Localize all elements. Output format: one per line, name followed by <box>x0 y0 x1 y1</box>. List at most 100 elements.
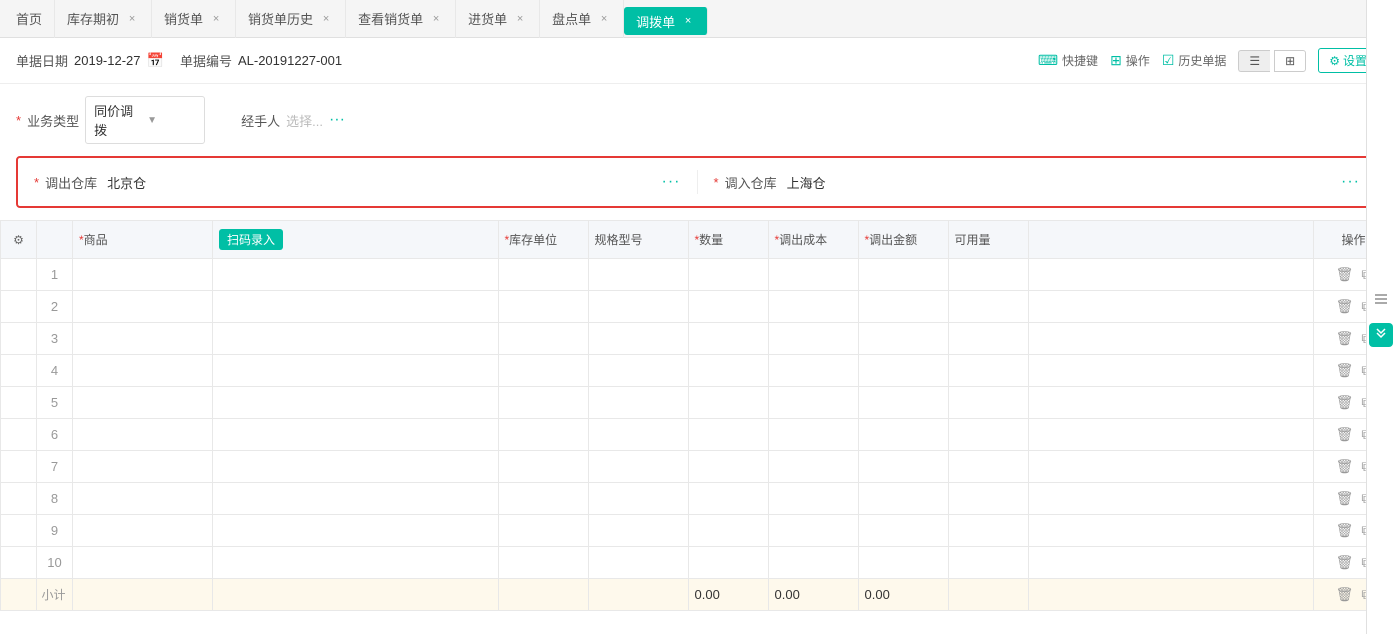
row-cost[interactable] <box>768 451 858 483</box>
row-cost[interactable] <box>768 355 858 387</box>
row-product[interactable] <box>73 323 213 355</box>
row-product[interactable] <box>73 419 213 451</box>
row-unit[interactable] <box>498 483 588 515</box>
sidebar-expand-icon[interactable] <box>1369 323 1393 347</box>
calendar-icon[interactable]: 📅 <box>147 52 164 69</box>
th-gear[interactable]: ⚙ <box>1 221 37 259</box>
tab-sales-history-close[interactable]: × <box>319 12 333 26</box>
row-spec[interactable] <box>588 323 688 355</box>
row-unit[interactable] <box>498 387 588 419</box>
row-cost[interactable] <box>768 515 858 547</box>
settings-button[interactable]: ☰ <box>1238 50 1270 72</box>
row-unit[interactable] <box>498 547 588 579</box>
row-qty[interactable] <box>688 483 768 515</box>
row-spec[interactable] <box>588 387 688 419</box>
row-amount[interactable] <box>858 323 948 355</box>
row-product[interactable] <box>73 515 213 547</box>
delete-icon[interactable]: 🗑 <box>1336 490 1354 507</box>
row-unit[interactable] <box>498 259 588 291</box>
row-unit[interactable] <box>498 323 588 355</box>
row-cost[interactable] <box>768 291 858 323</box>
row-amount[interactable] <box>858 547 948 579</box>
row-amount[interactable] <box>858 451 948 483</box>
row-amount[interactable] <box>858 291 948 323</box>
row-spec[interactable] <box>588 419 688 451</box>
row-spec[interactable] <box>588 515 688 547</box>
delete-icon[interactable]: 🗑 <box>1336 394 1354 411</box>
row-qty[interactable] <box>688 291 768 323</box>
delete-icon[interactable]: 🗑 <box>1336 586 1354 603</box>
shortcuts-btn[interactable]: ⌨ 快捷键 <box>1038 52 1098 69</box>
row-product[interactable] <box>73 483 213 515</box>
tab-inventory-check[interactable]: 盘点单 × <box>540 0 624 38</box>
tab-inventory-init[interactable]: 库存期初 × <box>55 0 152 38</box>
row-amount[interactable] <box>858 387 948 419</box>
row-cost[interactable] <box>768 387 858 419</box>
row-qty[interactable] <box>688 515 768 547</box>
row-product[interactable] <box>73 259 213 291</box>
row-spec[interactable] <box>588 291 688 323</box>
operations-btn[interactable]: ⊞ 操作 <box>1110 52 1150 69</box>
row-unit[interactable] <box>498 355 588 387</box>
delete-icon[interactable]: 🗑 <box>1336 362 1354 379</box>
tab-transfer-order-close[interactable]: × <box>681 14 695 28</box>
delete-icon[interactable]: 🗑 <box>1336 458 1354 475</box>
row-qty[interactable] <box>688 547 768 579</box>
tab-inventory-init-close[interactable]: × <box>125 12 139 26</box>
tab-sales-order[interactable]: 销货单 × <box>152 0 236 38</box>
row-cost[interactable] <box>768 259 858 291</box>
row-amount[interactable] <box>858 259 948 291</box>
tab-view-sales-close[interactable]: × <box>429 12 443 26</box>
person-placeholder[interactable]: 选择... <box>286 111 323 130</box>
row-qty[interactable] <box>688 259 768 291</box>
sidebar-list-icon[interactable] <box>1369 287 1393 311</box>
delete-icon[interactable]: 🗑 <box>1336 554 1354 571</box>
th-scan[interactable]: 扫码录入 <box>213 221 499 259</box>
row-product[interactable] <box>73 291 213 323</box>
row-cost[interactable] <box>768 547 858 579</box>
row-qty[interactable] <box>688 419 768 451</box>
row-spec[interactable] <box>588 259 688 291</box>
delete-icon[interactable]: 🗑 <box>1336 330 1354 347</box>
row-spec[interactable] <box>588 483 688 515</box>
row-amount[interactable] <box>858 515 948 547</box>
delete-icon[interactable]: 🗑 <box>1336 522 1354 539</box>
row-qty[interactable] <box>688 387 768 419</box>
tab-transfer-order[interactable]: 调拨单 × <box>624 7 708 35</box>
row-amount[interactable] <box>858 483 948 515</box>
settings-button2[interactable]: ⊞ <box>1274 50 1306 72</box>
row-product[interactable] <box>73 451 213 483</box>
row-qty[interactable] <box>688 355 768 387</box>
row-cost[interactable] <box>768 483 858 515</box>
warehouse-in-more-btn[interactable]: ··· <box>1341 173 1360 191</box>
row-unit[interactable] <box>498 291 588 323</box>
row-unit[interactable] <box>498 451 588 483</box>
row-amount[interactable] <box>858 419 948 451</box>
row-product[interactable] <box>73 547 213 579</box>
row-qty[interactable] <box>688 451 768 483</box>
tab-sales-order-close[interactable]: × <box>209 12 223 26</box>
biz-type-select[interactable]: 同价调拨 ▼ <box>85 96 205 144</box>
warehouse-out-more-btn[interactable]: ··· <box>662 173 681 191</box>
gear-icon[interactable]: ⚙ <box>13 233 24 247</box>
tab-purchase-order[interactable]: 进货单 × <box>456 0 540 38</box>
row-spec[interactable] <box>588 355 688 387</box>
row-spec[interactable] <box>588 547 688 579</box>
row-unit[interactable] <box>498 419 588 451</box>
row-cost[interactable] <box>768 419 858 451</box>
row-spec[interactable] <box>588 451 688 483</box>
tab-purchase-order-close[interactable]: × <box>513 12 527 26</box>
row-unit[interactable] <box>498 515 588 547</box>
scan-button[interactable]: 扫码录入 <box>219 229 283 250</box>
row-product[interactable] <box>73 387 213 419</box>
history-btn[interactable]: ☑ 历史单据 <box>1162 52 1227 69</box>
delete-icon[interactable]: 🗑 <box>1336 266 1354 283</box>
row-amount[interactable] <box>858 355 948 387</box>
tab-sales-history[interactable]: 销货单历史 × <box>236 0 346 38</box>
row-product[interactable] <box>73 355 213 387</box>
tab-home[interactable]: 首页 <box>8 0 55 38</box>
tab-view-sales[interactable]: 查看销货单 × <box>346 0 456 38</box>
delete-icon[interactable]: 🗑 <box>1336 298 1354 315</box>
row-qty[interactable] <box>688 323 768 355</box>
row-cost[interactable] <box>768 323 858 355</box>
